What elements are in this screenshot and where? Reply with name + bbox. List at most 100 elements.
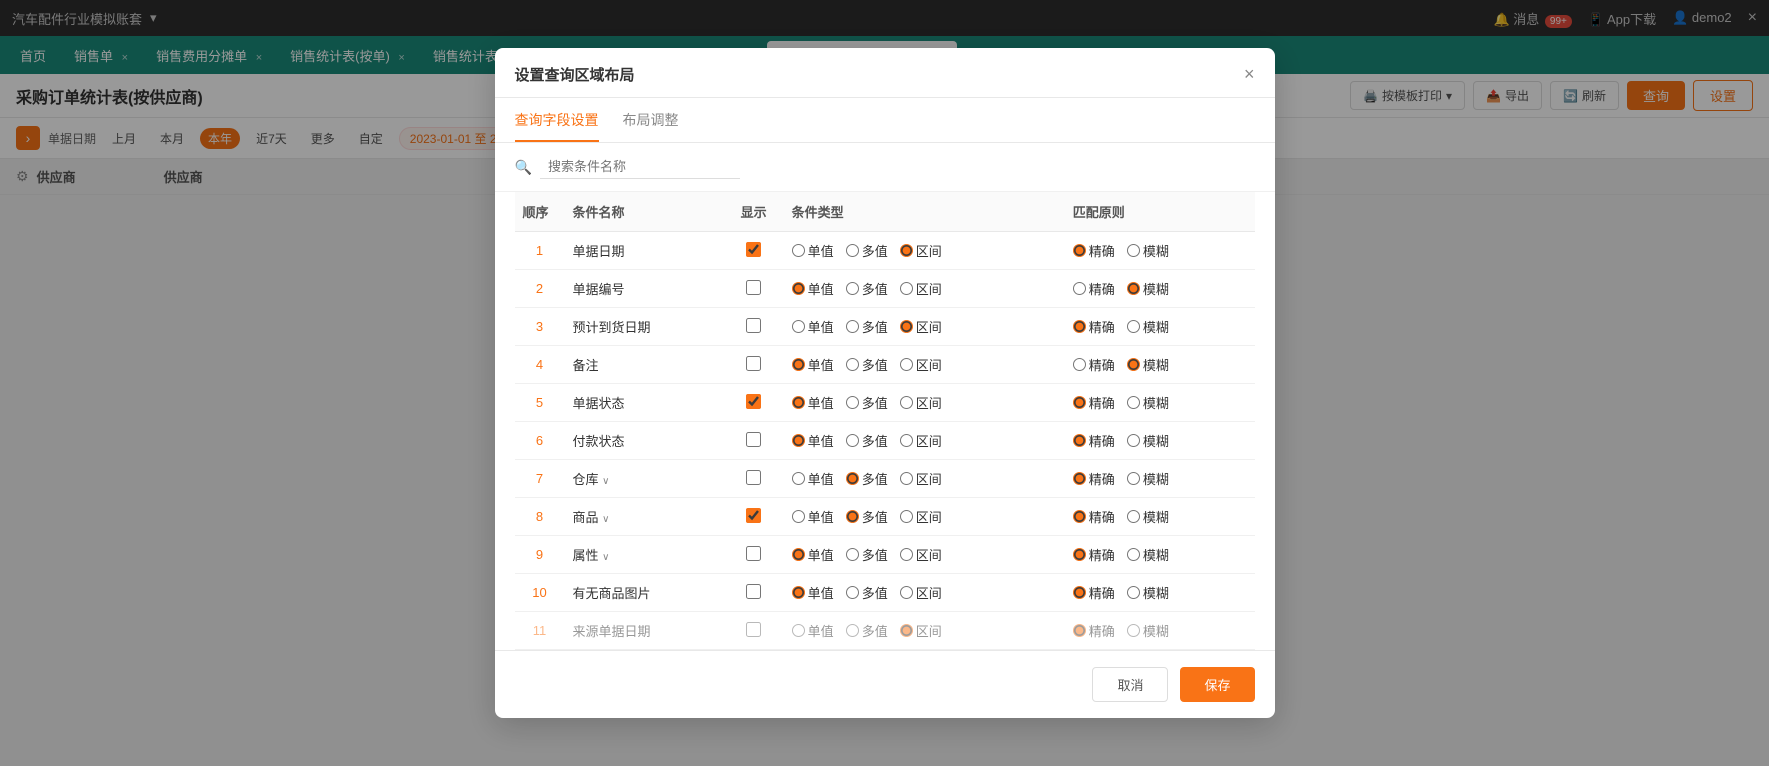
display-checkbox-11[interactable] (746, 622, 761, 637)
match-option-模糊-6[interactable]: 模糊 (1127, 431, 1169, 450)
type-option-单值-1[interactable]: 单值 (792, 241, 834, 260)
type-option-多值-2[interactable]: 多值 (846, 279, 888, 298)
type-option-区间-3[interactable]: 区间 (900, 317, 942, 336)
type-option-区间-8[interactable]: 区间 (900, 507, 942, 526)
row-match-8: 精确模糊 (1065, 498, 1255, 536)
match-option-模糊-7[interactable]: 模糊 (1127, 469, 1169, 488)
type-option-多值-10[interactable]: 多值 (846, 583, 888, 602)
display-checkbox-5[interactable] (746, 394, 761, 409)
row-match-3: 精确模糊 (1065, 308, 1255, 346)
type-option-单值-11[interactable]: 单值 (792, 621, 834, 640)
match-option-模糊-1[interactable]: 模糊 (1127, 241, 1169, 260)
dialog-close-button[interactable]: × (1244, 64, 1255, 85)
type-option-多值-5[interactable]: 多值 (846, 393, 888, 412)
match-option-精确-8[interactable]: 精确 (1073, 507, 1115, 526)
row-type-5: 单值多值区间 (784, 384, 1065, 422)
match-option-模糊-10[interactable]: 模糊 (1127, 583, 1169, 602)
row-display-11[interactable] (724, 612, 784, 650)
type-option-单值-5[interactable]: 单值 (792, 393, 834, 412)
row-display-3[interactable] (724, 308, 784, 346)
match-option-模糊-8[interactable]: 模糊 (1127, 507, 1169, 526)
match-option-精确-3[interactable]: 精确 (1073, 317, 1115, 336)
display-checkbox-1[interactable] (746, 242, 761, 257)
type-option-单值-3[interactable]: 单值 (792, 317, 834, 336)
match-option-精确-7[interactable]: 精确 (1073, 469, 1115, 488)
match-option-模糊-4[interactable]: 模糊 (1127, 355, 1169, 374)
row-display-5[interactable] (724, 384, 784, 422)
type-option-单值-10[interactable]: 单值 (792, 583, 834, 602)
row-name-4: 备注 (565, 346, 724, 384)
search-input[interactable] (540, 155, 740, 179)
save-button[interactable]: 保存 (1180, 667, 1254, 702)
type-option-单值-7[interactable]: 单值 (792, 469, 834, 488)
type-option-区间-2[interactable]: 区间 (900, 279, 942, 298)
dialog-tab-layout[interactable]: 布局调整 (623, 110, 679, 142)
row-match-5: 精确模糊 (1065, 384, 1255, 422)
col-match: 匹配原则 (1065, 192, 1255, 232)
row-type-7: 单值多值区间 (784, 460, 1065, 498)
row-match-11: 精确模糊 (1065, 612, 1255, 650)
match-option-精确-6[interactable]: 精确 (1073, 431, 1115, 450)
match-option-精确-9[interactable]: 精确 (1073, 545, 1115, 564)
display-checkbox-3[interactable] (746, 318, 761, 333)
row-name-1: 单据日期 (565, 232, 724, 270)
type-option-多值-6[interactable]: 多值 (846, 431, 888, 450)
display-checkbox-2[interactable] (746, 280, 761, 295)
row-display-2[interactable] (724, 270, 784, 308)
type-option-多值-11[interactable]: 多值 (846, 621, 888, 640)
row-name-6: 付款状态 (565, 422, 724, 460)
dialog-title: 设置查询区域布局 (515, 64, 635, 85)
type-option-区间-9[interactable]: 区间 (900, 545, 942, 564)
match-option-模糊-9[interactable]: 模糊 (1127, 545, 1169, 564)
type-option-单值-8[interactable]: 单值 (792, 507, 834, 526)
row-order-2: 2 (515, 270, 565, 308)
display-checkbox-7[interactable] (746, 470, 761, 485)
type-option-单值-6[interactable]: 单值 (792, 431, 834, 450)
display-checkbox-9[interactable] (746, 546, 761, 561)
type-option-多值-7[interactable]: 多值 (846, 469, 888, 488)
display-checkbox-6[interactable] (746, 432, 761, 447)
row-name-3: 预计到货日期 (565, 308, 724, 346)
display-checkbox-10[interactable] (746, 584, 761, 599)
match-option-精确-11[interactable]: 精确 (1073, 621, 1115, 640)
match-option-模糊-2[interactable]: 模糊 (1127, 279, 1169, 298)
row-order-9: 9 (515, 536, 565, 574)
match-option-模糊-5[interactable]: 模糊 (1127, 393, 1169, 412)
row-display-4[interactable] (724, 346, 784, 384)
type-option-单值-2[interactable]: 单值 (792, 279, 834, 298)
type-option-多值-1[interactable]: 多值 (846, 241, 888, 260)
row-display-7[interactable] (724, 460, 784, 498)
type-option-多值-4[interactable]: 多值 (846, 355, 888, 374)
type-option-多值-9[interactable]: 多值 (846, 545, 888, 564)
cancel-button[interactable]: 取消 (1092, 667, 1168, 702)
display-checkbox-8[interactable] (746, 508, 761, 523)
type-option-区间-11[interactable]: 区间 (900, 621, 942, 640)
type-option-区间-1[interactable]: 区间 (900, 241, 942, 260)
match-option-精确-1[interactable]: 精确 (1073, 241, 1115, 260)
match-option-精确-5[interactable]: 精确 (1073, 393, 1115, 412)
type-option-单值-9[interactable]: 单值 (792, 545, 834, 564)
match-option-精确-4[interactable]: 精确 (1073, 355, 1115, 374)
type-option-区间-10[interactable]: 区间 (900, 583, 942, 602)
type-option-多值-8[interactable]: 多值 (846, 507, 888, 526)
row-display-10[interactable] (724, 574, 784, 612)
dialog-tab-fields[interactable]: 查询字段设置 (515, 110, 599, 142)
row-display-9[interactable] (724, 536, 784, 574)
row-display-1[interactable] (724, 232, 784, 270)
type-option-区间-5[interactable]: 区间 (900, 393, 942, 412)
row-match-2: 精确模糊 (1065, 270, 1255, 308)
dialog-header: 设置查询区域布局 × (495, 48, 1275, 98)
display-checkbox-4[interactable] (746, 356, 761, 371)
type-option-区间-6[interactable]: 区间 (900, 431, 942, 450)
type-option-多值-3[interactable]: 多值 (846, 317, 888, 336)
type-option-区间-7[interactable]: 区间 (900, 469, 942, 488)
match-option-模糊-11[interactable]: 模糊 (1127, 621, 1169, 640)
match-option-模糊-3[interactable]: 模糊 (1127, 317, 1169, 336)
match-option-精确-2[interactable]: 精确 (1073, 279, 1115, 298)
row-display-6[interactable] (724, 422, 784, 460)
type-option-区间-4[interactable]: 区间 (900, 355, 942, 374)
match-option-精确-10[interactable]: 精确 (1073, 583, 1115, 602)
type-option-单值-4[interactable]: 单值 (792, 355, 834, 374)
row-display-8[interactable] (724, 498, 784, 536)
row-order-5: 5 (515, 384, 565, 422)
